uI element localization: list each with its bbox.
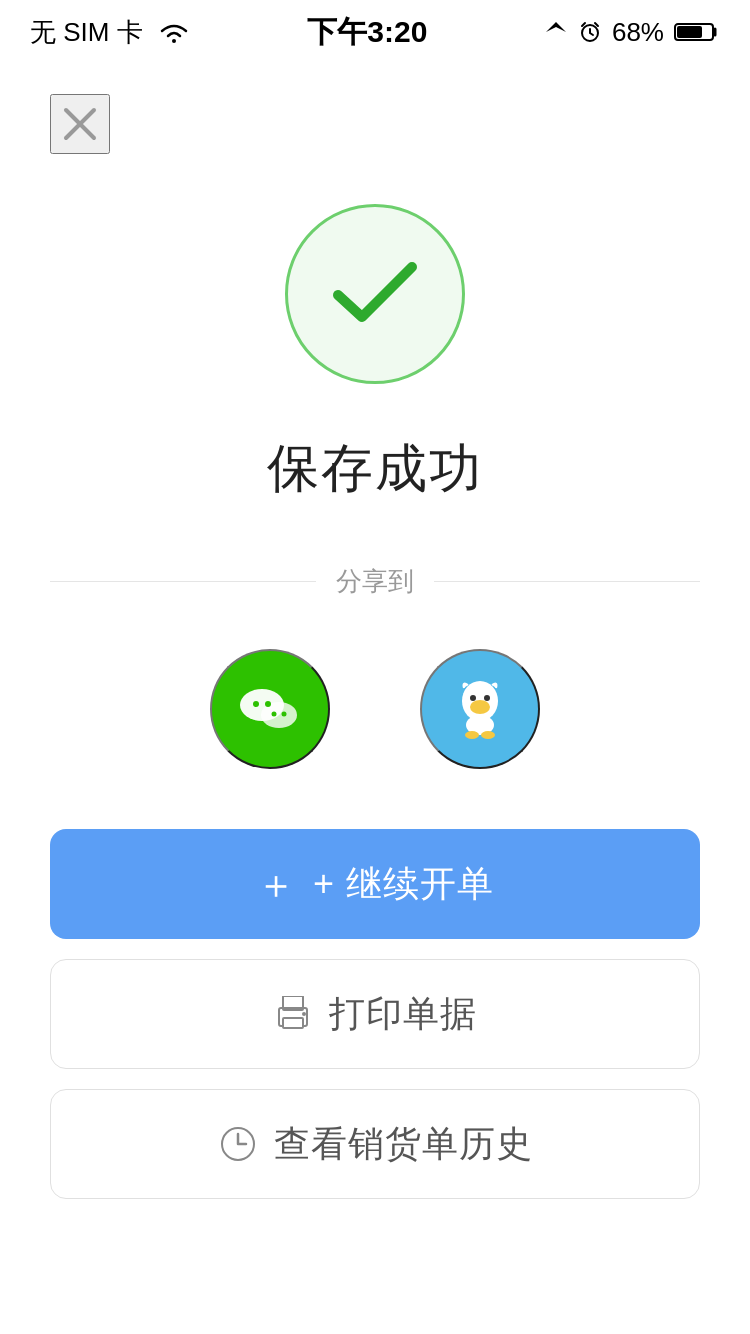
wechat-share-button[interactable] [210, 649, 330, 769]
main-content: 保存成功 分享到 [0, 64, 750, 1259]
qq-icon [444, 673, 516, 745]
svg-point-13 [470, 700, 490, 714]
battery-icon [674, 20, 720, 44]
svg-rect-2 [677, 26, 702, 38]
svg-point-15 [484, 695, 490, 701]
battery-percent: 68% [612, 17, 664, 48]
history-icon [218, 1124, 258, 1164]
svg-point-7 [253, 701, 259, 707]
wifi-icon [157, 19, 191, 45]
share-divider: 分享到 [50, 564, 700, 599]
success-title: 保存成功 [267, 434, 483, 504]
action-buttons: ＋ + 继续开单 打印单据 查看销货单历史 [50, 829, 700, 1199]
status-time: 下午3:20 [307, 12, 427, 53]
svg-point-9 [272, 712, 277, 717]
share-icons-row [50, 649, 700, 769]
checkmark-icon [330, 259, 420, 329]
success-indicator [285, 204, 465, 384]
svg-point-10 [282, 712, 287, 717]
print-button[interactable]: 打印单据 [50, 959, 700, 1069]
svg-point-21 [302, 1012, 306, 1016]
svg-point-16 [465, 731, 479, 739]
status-right: 68% [544, 17, 720, 48]
share-label: 分享到 [336, 564, 414, 599]
print-icon [273, 996, 313, 1032]
svg-point-17 [481, 731, 495, 739]
svg-rect-20 [283, 1018, 303, 1028]
status-left: 无 SIM 卡 [30, 15, 191, 50]
no-sim-label: 无 SIM 卡 [30, 15, 143, 50]
svg-point-14 [470, 695, 476, 701]
divider-right [434, 581, 700, 582]
history-label: 查看销货单历史 [274, 1120, 533, 1169]
share-section: 分享到 [50, 564, 700, 769]
wechat-icon [234, 673, 306, 745]
plus-icon: ＋ [256, 857, 297, 912]
divider-left [50, 581, 316, 582]
close-icon [60, 104, 100, 144]
print-label: 打印单据 [329, 990, 477, 1039]
svg-point-8 [265, 701, 271, 707]
close-button[interactable] [50, 94, 110, 154]
history-button[interactable]: 查看销货单历史 [50, 1089, 700, 1199]
qq-share-button[interactable] [420, 649, 540, 769]
alarm-icon [578, 20, 602, 44]
status-bar: 无 SIM 卡 下午3:20 68% [0, 0, 750, 64]
continue-button[interactable]: ＋ + 继续开单 [50, 829, 700, 939]
location-icon [544, 20, 568, 44]
continue-label: + 继续开单 [313, 860, 494, 909]
